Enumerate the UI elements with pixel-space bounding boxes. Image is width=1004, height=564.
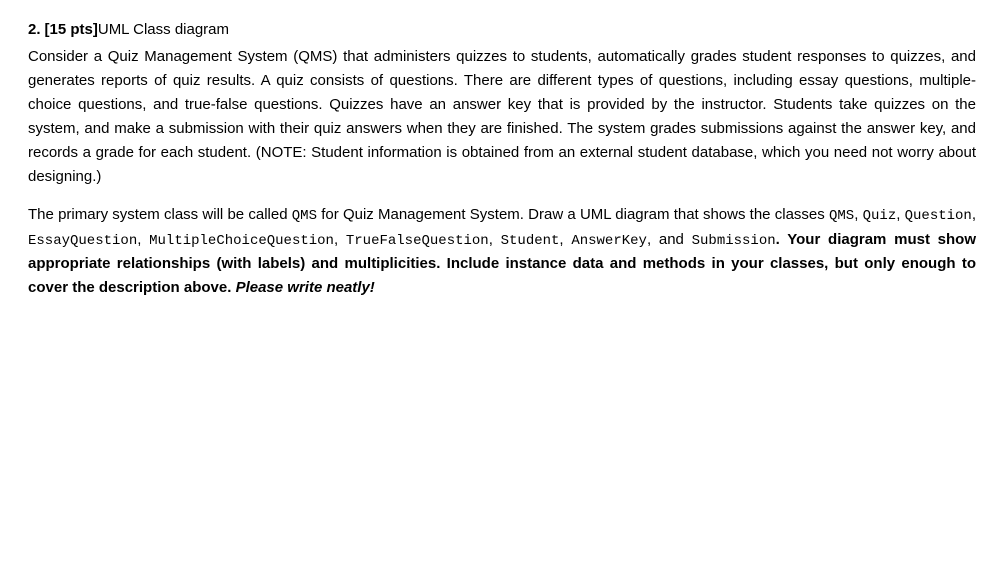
p2-student: Student	[501, 233, 560, 249]
p2-answerkey: AnswerKey	[571, 233, 647, 249]
p2-comma1: ,	[854, 206, 862, 223]
p2-mid: for Quiz Management System. Draw a UML d…	[317, 206, 829, 223]
p2-qms2: QMS	[829, 208, 854, 224]
p2-comma7: ,	[559, 231, 571, 248]
p2-comma6: ,	[489, 231, 501, 248]
p2-comma2: ,	[896, 206, 904, 223]
p2-comma4: ,	[137, 231, 149, 248]
question-header: 2. [15 pts] UML Class diagram	[28, 18, 976, 41]
p2-essayq: EssayQuestion	[28, 233, 137, 249]
question-title: UML Class diagram	[98, 18, 229, 41]
p2-quiz: Quiz	[863, 208, 897, 224]
p2-start: The primary system class will be called	[28, 206, 292, 223]
question-block: 2. [15 pts] UML Class diagram Consider a…	[28, 18, 976, 300]
pts-label: [15 pts]	[45, 18, 98, 41]
question-number: 2.	[28, 18, 41, 41]
p2-comma3: ,	[972, 206, 976, 223]
paragraph-2: The primary system class will be called …	[28, 203, 976, 300]
p2-and: , and	[647, 231, 692, 248]
p2-submission: Submission	[692, 233, 776, 249]
paragraph-1: Consider a Quiz Management System (QMS) …	[28, 45, 976, 189]
p2-comma5: ,	[334, 231, 346, 248]
p2-bolditalic: Please write neatly!	[231, 279, 374, 296]
p2-tfq: TrueFalseQuestion	[346, 233, 489, 249]
paragraph1-text: Consider a Quiz Management System (QMS) …	[28, 48, 976, 185]
p2-qms1: QMS	[292, 208, 317, 224]
p2-question: Question	[905, 208, 972, 224]
p2-mcq: MultipleChoiceQuestion	[149, 233, 334, 249]
